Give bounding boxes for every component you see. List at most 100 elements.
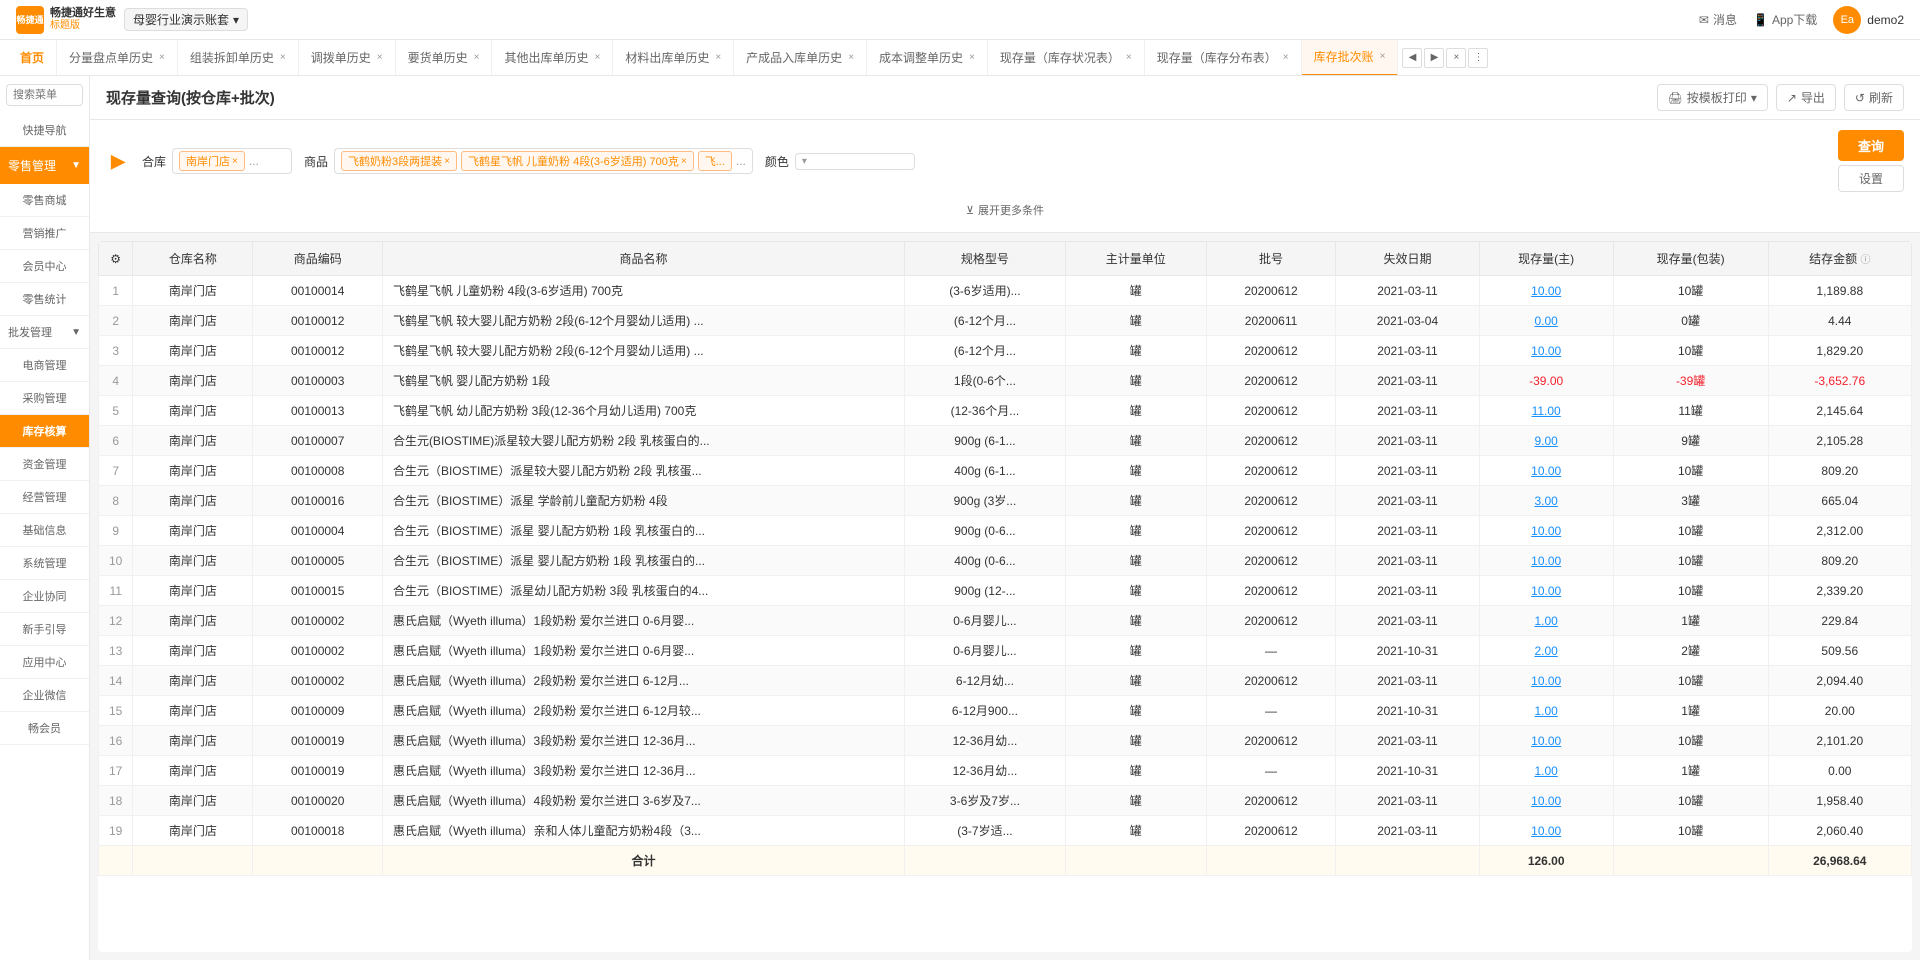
sidebar-item-member2[interactable]: 畅会员 <box>0 712 89 745</box>
color-filter-dropdown[interactable]: ▾ <box>802 156 807 167</box>
industry-selector[interactable]: 母婴行业演示账套 ▾ <box>124 8 248 31</box>
sidebar-item-member[interactable]: 会员中心 <box>0 250 89 283</box>
tab-9-close[interactable]: × <box>1126 52 1132 63</box>
tab-1[interactable]: 分量盘点单历史 × <box>57 40 178 76</box>
sidebar-item-ecommerce[interactable]: 电商管理 <box>0 349 89 382</box>
tab-home[interactable]: 首页 <box>8 40 57 76</box>
search-input[interactable] <box>6 84 83 106</box>
gear-icon: ⚙ <box>110 252 121 266</box>
sidebar-item-purchase[interactable]: 采购管理 <box>0 382 89 415</box>
sidebar-item-guide[interactable]: 新手引导 <box>0 613 89 646</box>
row-qty-main[interactable]: 10.00 <box>1479 726 1613 756</box>
row-qty-main[interactable]: 10.00 <box>1479 336 1613 366</box>
tab-scroll-right[interactable]: ▶ <box>1424 48 1444 68</box>
warehouse-tag-container[interactable]: 南岸门店 × ... <box>172 148 292 174</box>
tab-scroll-left[interactable]: ◀ <box>1402 48 1422 68</box>
info-icon[interactable]: ⓘ <box>1860 255 1870 266</box>
row-qty-main[interactable]: 10.00 <box>1479 786 1613 816</box>
tab-10-label: 现存量（库存分布表） <box>1157 49 1277 66</box>
row-warehouse: 南岸门店 <box>133 546 253 576</box>
total-row: 合计 126.00 26,968.64 <box>99 846 1912 876</box>
row-qty-main[interactable]: 0.00 <box>1479 306 1613 336</box>
query-button[interactable]: 查询 <box>1838 130 1904 161</box>
refresh-label: 刷新 <box>1869 89 1893 106</box>
sidebar-item-marketing[interactable]: 营销推广 <box>0 217 89 250</box>
tab-1-close[interactable]: × <box>159 52 165 63</box>
sidebar-item-basic-info[interactable]: 基础信息 <box>0 514 89 547</box>
tab-8-close[interactable]: × <box>969 52 975 63</box>
sidebar-item-app-center[interactable]: 应用中心 <box>0 646 89 679</box>
refresh-button[interactable]: ↺ 刷新 <box>1844 84 1904 111</box>
tab-7-close[interactable]: × <box>848 52 854 63</box>
sidebar-item-finance[interactable]: 资金管理 <box>0 448 89 481</box>
export-button[interactable]: ↗ 导出 <box>1776 84 1836 111</box>
sidebar-item-wholesale[interactable]: 批发管理 ▼ <box>0 316 89 349</box>
row-warehouse: 南岸门店 <box>133 606 253 636</box>
tab-4-close[interactable]: × <box>474 52 480 63</box>
tab-5[interactable]: 其他出库单历史 × <box>492 40 613 76</box>
sidebar-item-wechat[interactable]: 企业微信 <box>0 679 89 712</box>
row-qty-main[interactable]: 10.00 <box>1479 546 1613 576</box>
sidebar-item-collab[interactable]: 企业协同 <box>0 580 89 613</box>
warehouse-tag-remove[interactable]: × <box>232 156 238 167</box>
row-qty-main[interactable]: 11.00 <box>1479 396 1613 426</box>
th-gear[interactable]: ⚙ <box>99 242 133 276</box>
row-qty-main[interactable]: 10.00 <box>1479 816 1613 846</box>
sidebar-item-wholesale-label: 批发管理 <box>8 324 52 340</box>
sidebar-item-retail-stats[interactable]: 零售统计 <box>0 283 89 316</box>
tab-close-all[interactable]: × <box>1446 48 1466 68</box>
row-qty-main[interactable]: 1.00 <box>1479 606 1613 636</box>
tab-6-close[interactable]: × <box>715 52 721 63</box>
row-qty-main[interactable]: 10.00 <box>1479 666 1613 696</box>
message-button[interactable]: ✉ 消息 <box>1699 11 1737 28</box>
row-name: 飞鹤星飞帆 较大婴儿配方奶粉 2段(6-12个月婴幼儿适用) ... <box>382 336 904 366</box>
sidebar-item-inventory[interactable]: 库存核算 <box>0 415 89 448</box>
warehouse-filter-more[interactable]: ... <box>249 154 259 168</box>
tab-5-close[interactable]: × <box>594 52 600 63</box>
tab-8[interactable]: 成本调整单历史 × <box>867 40 988 76</box>
row-qty-main[interactable]: 10.00 <box>1479 576 1613 606</box>
tab-7[interactable]: 产成品入库单历史 × <box>734 40 867 76</box>
settings-button[interactable]: 设置 <box>1838 165 1904 192</box>
row-spec: (12-36个月... <box>905 396 1066 426</box>
tab-10-close[interactable]: × <box>1283 52 1289 63</box>
row-qty-main[interactable]: 3.00 <box>1479 486 1613 516</box>
row-qty-main[interactable]: 10.00 <box>1479 276 1613 306</box>
tab-11[interactable]: 库存批次账 × <box>1302 40 1399 76</box>
row-qty-main[interactable]: -39.00 <box>1479 366 1613 396</box>
sidebar-item-system[interactable]: 系统管理 <box>0 547 89 580</box>
tab-2-close[interactable]: × <box>280 52 286 63</box>
row-qty-main[interactable]: 10.00 <box>1479 516 1613 546</box>
row-qty-main[interactable]: 1.00 <box>1479 696 1613 726</box>
template-print-button[interactable]: 🖨 按模板打印 ▾ <box>1657 84 1768 111</box>
row-qty-main[interactable]: 10.00 <box>1479 456 1613 486</box>
tab-3[interactable]: 调拨单历史 × <box>299 40 396 76</box>
tab-4[interactable]: 要货单历史 × <box>396 40 493 76</box>
row-warehouse: 南岸门店 <box>133 426 253 456</box>
row-amount: 2,105.28 <box>1768 426 1911 456</box>
sidebar-item-retail-mall[interactable]: 零售商城 <box>0 184 89 217</box>
tab-9[interactable]: 现存量（库存状况表） × <box>988 40 1145 76</box>
row-qty-main[interactable]: 2.00 <box>1479 636 1613 666</box>
tab-10[interactable]: 现存量（库存分布表） × <box>1145 40 1302 76</box>
color-filter-group: 颜色 ▾ <box>765 153 915 170</box>
sidebar-item-quick-nav[interactable]: 快捷导航 <box>0 114 89 147</box>
product-tag-1-remove[interactable]: × <box>444 156 450 167</box>
product-tag-2-remove[interactable]: × <box>681 156 687 167</box>
filter-expand-button[interactable]: ▶ <box>106 149 130 173</box>
tab-6[interactable]: 材料出库单历史 × <box>613 40 734 76</box>
row-qty-main[interactable]: 9.00 <box>1479 426 1613 456</box>
sidebar-item-operations[interactable]: 经营管理 <box>0 481 89 514</box>
tab-2[interactable]: 组装拆卸单历史 × <box>178 40 299 76</box>
expand-more-button[interactable]: ⊻ 展开更多条件 <box>962 198 1048 222</box>
tab-11-close[interactable]: × <box>1380 51 1386 62</box>
color-filter-container[interactable]: ▾ <box>795 153 915 170</box>
user-area[interactable]: Ea demo2 <box>1833 6 1904 34</box>
product-filter-more[interactable]: ... <box>736 154 746 168</box>
row-qty-main[interactable]: 1.00 <box>1479 756 1613 786</box>
app-download-button[interactable]: 📱 App下载 <box>1753 11 1817 28</box>
tab-menu[interactable]: ⋮ <box>1468 48 1488 68</box>
product-tag-container[interactable]: 飞鹤奶粉3段两提装 × 飞鹤星飞帆 儿童奶粉 4段(3-6岁适用) 700克 ×… <box>334 148 753 174</box>
sidebar-item-retail-mgmt[interactable]: 零售管理 ▼ <box>0 147 89 184</box>
tab-3-close[interactable]: × <box>377 52 383 63</box>
